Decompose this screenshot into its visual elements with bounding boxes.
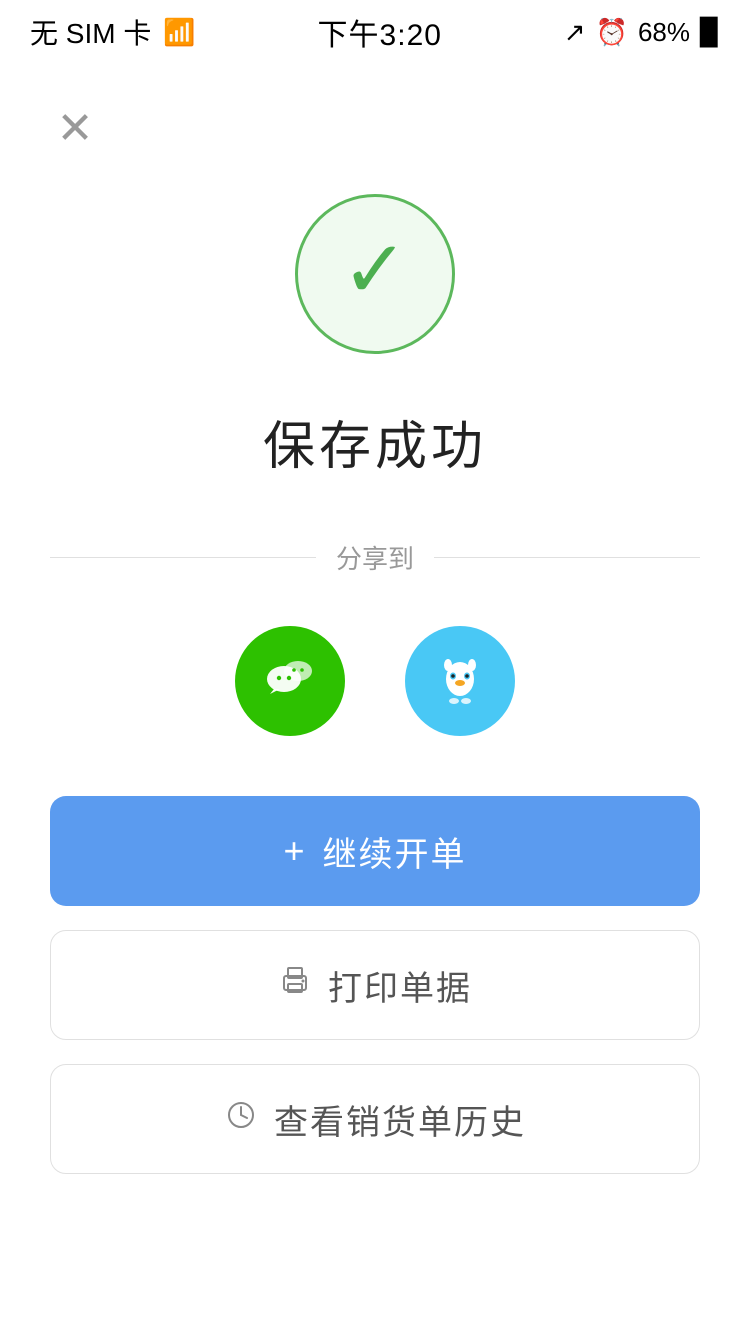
status-bar: 无 SIM 卡 📶 下午3:20 ↗ ⏰ 68% ▉	[0, 0, 750, 64]
alarm-icon: ⏰	[596, 17, 628, 48]
wechat-share-button[interactable]	[235, 626, 345, 736]
qq-share-button[interactable]	[405, 626, 515, 736]
main-content: ✕ ✓ 保存成功 分享到	[0, 64, 750, 1174]
wifi-icon: 📶	[163, 17, 195, 48]
battery-percent: 68%	[638, 17, 690, 48]
plus-icon: +	[283, 830, 306, 872]
print-label: 打印单据	[328, 961, 472, 1010]
print-button[interactable]: 打印单据	[50, 930, 700, 1040]
printer-icon	[278, 964, 312, 1006]
close-button[interactable]: ✕	[50, 104, 100, 154]
status-left: 无 SIM 卡 📶	[30, 12, 196, 52]
success-circle: ✓	[295, 194, 455, 354]
close-button-area: ✕	[50, 104, 700, 154]
sim-text: 无 SIM 卡	[30, 12, 151, 52]
share-icons	[50, 626, 700, 736]
close-icon: ✕	[57, 107, 94, 151]
battery-icon: ▉	[700, 17, 720, 48]
continue-label: 继续开单	[323, 827, 467, 876]
history-icon	[224, 1098, 258, 1140]
continue-button[interactable]: + 继续开单	[50, 796, 700, 906]
action-buttons: + 继续开单 打印单据	[50, 796, 700, 1174]
success-title: 保存成功	[263, 404, 487, 479]
qq-icon	[430, 651, 490, 711]
checkmark-icon: ✓	[341, 230, 408, 310]
divider-line-left	[50, 557, 316, 558]
share-divider: 分享到	[50, 539, 700, 576]
share-label: 分享到	[336, 539, 414, 576]
history-button[interactable]: 查看销货单历史	[50, 1064, 700, 1174]
wechat-icon	[258, 649, 322, 713]
share-section: 分享到	[50, 539, 700, 736]
location-icon: ↗	[564, 17, 586, 48]
divider-line-right	[434, 557, 700, 558]
history-label: 查看销货单历史	[274, 1095, 526, 1144]
status-time: 下午3:20	[318, 10, 442, 54]
status-right: ↗ ⏰ 68% ▉	[564, 17, 720, 48]
